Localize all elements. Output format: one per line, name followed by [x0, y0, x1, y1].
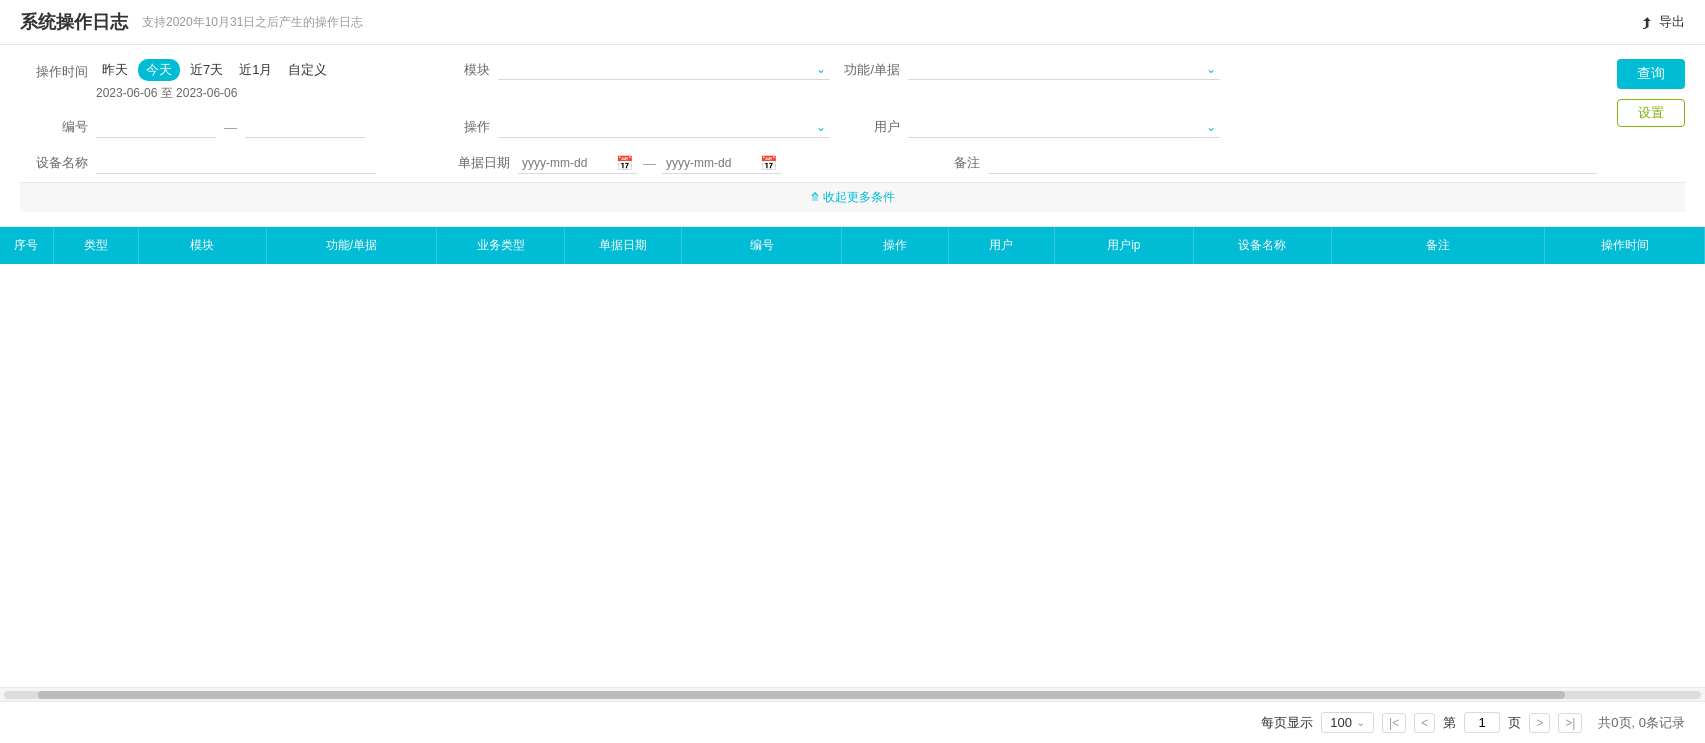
user-label: 用户	[840, 118, 900, 136]
col-header-func: 功能/单据	[266, 227, 436, 264]
date-start-wrap[interactable]: 📅	[518, 153, 637, 174]
collapse-bar[interactable]: ⤊ 收起更多条件	[20, 182, 1685, 212]
num-dash: —	[224, 120, 237, 135]
horizontal-scrollbar[interactable]	[0, 687, 1705, 701]
num-start-input[interactable]	[96, 116, 216, 138]
func-chevron-icon: ⌄	[1206, 62, 1216, 76]
user-chevron-icon: ⌄	[1206, 120, 1216, 134]
export-icon: ⮭	[1640, 14, 1655, 31]
col-header-device: 设备名称	[1193, 227, 1331, 264]
per-page-select[interactable]: 100 ⌄	[1321, 712, 1374, 733]
collapse-arrow-icon: ⤊	[810, 190, 820, 204]
per-page-value: 100	[1330, 715, 1352, 730]
col-header-type: 类型	[53, 227, 138, 264]
page-title: 系统操作日志	[20, 10, 128, 34]
col-header-remark: 备注	[1332, 227, 1545, 264]
page-first-button[interactable]: |<	[1382, 713, 1406, 733]
page-last-button[interactable]: >|	[1558, 713, 1582, 733]
num-end-input[interactable]	[245, 116, 365, 138]
per-page-label: 每页显示	[1261, 714, 1313, 732]
query-button[interactable]: 查询	[1617, 59, 1685, 89]
col-header-biz_type: 业务类型	[437, 227, 565, 264]
page-next-button[interactable]: >	[1529, 713, 1550, 733]
page-subtitle: 支持2020年10月31日之后产生的操作日志	[142, 14, 363, 31]
device-label: 设备名称	[20, 154, 88, 172]
col-header-user: 用户	[948, 227, 1055, 264]
remark-input[interactable]	[988, 152, 1597, 174]
func-select[interactable]: ⌄	[908, 59, 1220, 80]
time-range-display: 2023-06-06 至 2023-06-06	[96, 85, 333, 102]
page-label: 第	[1443, 714, 1456, 732]
module-select[interactable]: ⌄	[498, 59, 830, 80]
col-header-seq: 序号	[0, 227, 53, 264]
date-end-wrap[interactable]: 📅	[662, 153, 781, 174]
time-opt-1month[interactable]: 近1月	[233, 59, 278, 81]
date-label: 单据日期	[450, 154, 510, 172]
module-chevron-icon: ⌄	[816, 62, 826, 76]
num-label: 编号	[20, 118, 88, 136]
cal-end-icon[interactable]: 📅	[760, 155, 777, 171]
empty-area	[0, 327, 1705, 687]
date-end-input[interactable]	[666, 156, 756, 170]
col-header-num: 编号	[682, 227, 842, 264]
total-info: 共0页, 0条记录	[1598, 714, 1685, 732]
time-label: 操作时间	[20, 63, 88, 81]
per-page-chevron-icon: ⌄	[1356, 716, 1365, 729]
remark-label: 备注	[940, 154, 980, 172]
col-header-user_ip: 用户ip	[1055, 227, 1193, 264]
export-button[interactable]: ⮭ 导出	[1640, 13, 1685, 31]
settings-button[interactable]: 设置	[1617, 99, 1685, 127]
col-header-op_time: 操作时间	[1545, 227, 1705, 264]
page-unit: 页	[1508, 714, 1521, 732]
time-opt-today[interactable]: 今天	[138, 59, 180, 81]
device-input[interactable]	[96, 152, 376, 174]
page-number-input[interactable]	[1464, 712, 1500, 733]
op-label: 操作	[450, 118, 490, 136]
op-select[interactable]: ⌄	[498, 117, 830, 138]
time-opt-7days[interactable]: 近7天	[184, 59, 229, 81]
collapse-label: 收起更多条件	[823, 190, 895, 204]
module-label: 模块	[450, 61, 490, 79]
page-prev-button[interactable]: <	[1414, 713, 1435, 733]
time-opt-custom[interactable]: 自定义	[282, 59, 333, 81]
date-dash: —	[643, 156, 656, 171]
func-label: 功能/单据	[840, 61, 900, 79]
col-header-module: 模块	[138, 227, 266, 264]
op-chevron-icon: ⌄	[816, 120, 826, 134]
time-opt-yesterday[interactable]: 昨天	[96, 59, 134, 81]
col-header-bill_date: 单据日期	[565, 227, 682, 264]
cal-start-icon[interactable]: 📅	[616, 155, 633, 171]
date-start-input[interactable]	[522, 156, 612, 170]
col-header-operation: 操作	[842, 227, 949, 264]
user-select[interactable]: ⌄	[908, 117, 1220, 138]
export-label: 导出	[1659, 13, 1685, 31]
